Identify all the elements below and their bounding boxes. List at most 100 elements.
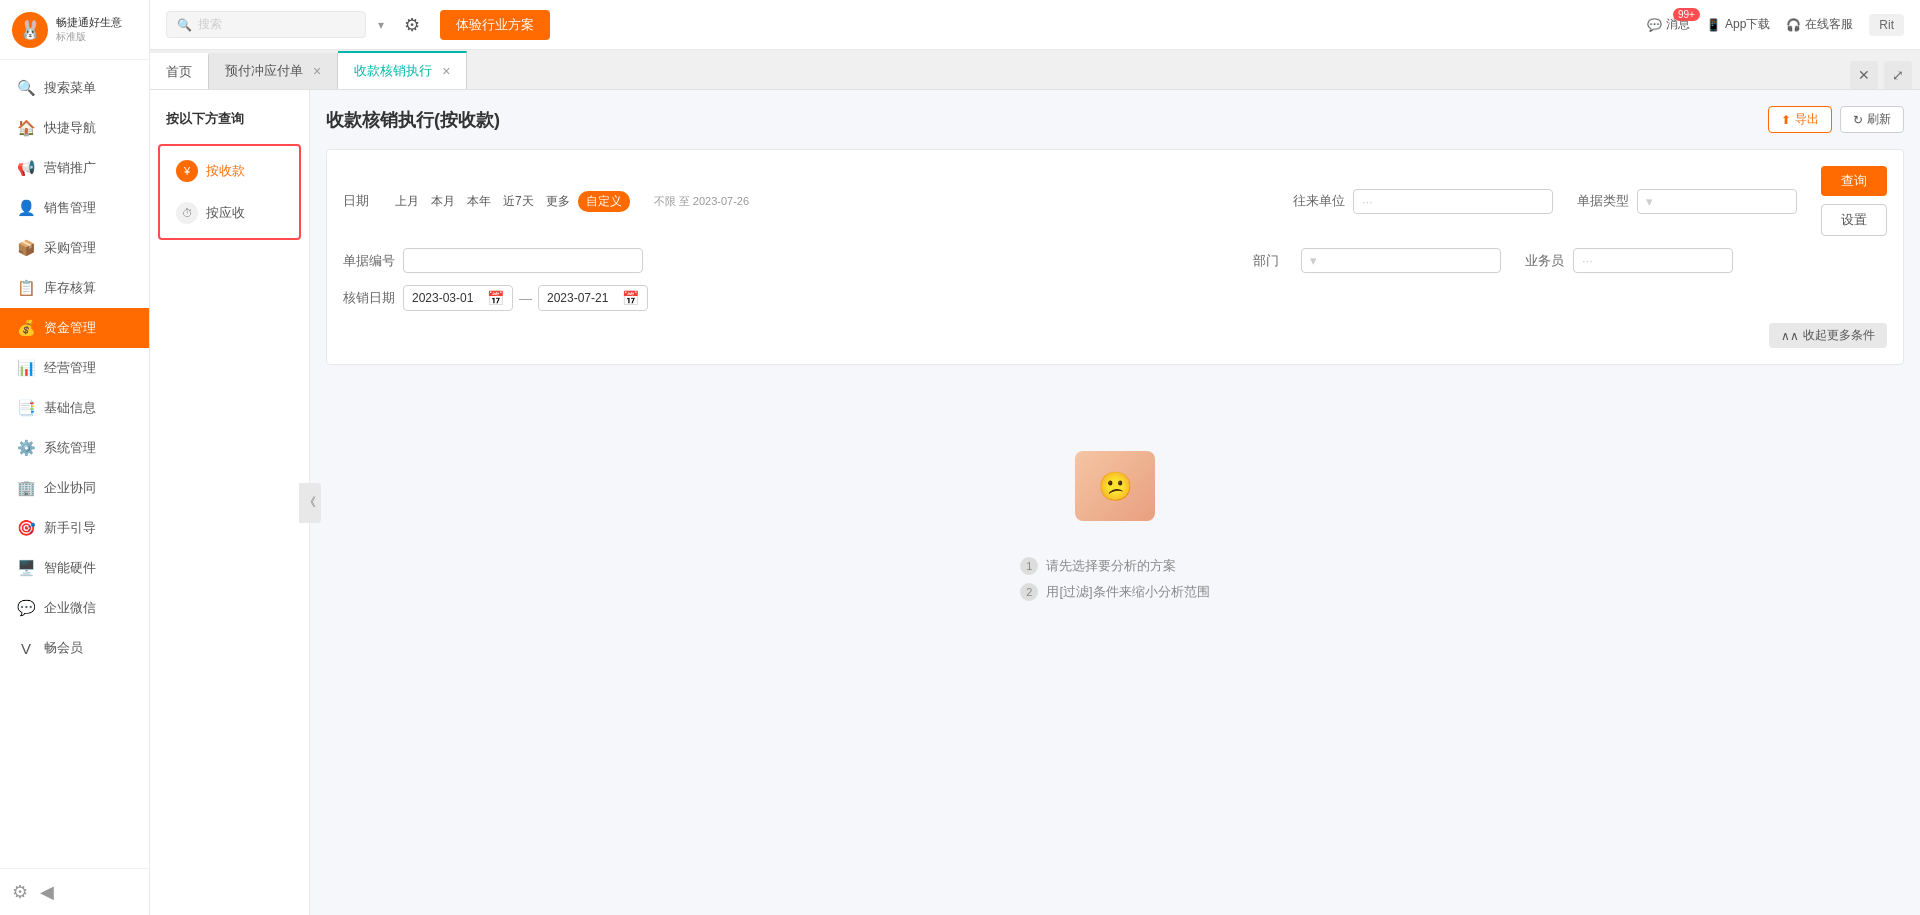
logo-text: 畅捷通好生意 标准版 [56, 15, 122, 43]
message-icon: 💬 [1647, 18, 1662, 32]
verify-date-start-input[interactable]: 2023-03-01 📅 [403, 285, 513, 311]
calendar-start-icon[interactable]: 📅 [487, 290, 504, 306]
tab-home[interactable]: 首页 [150, 53, 209, 89]
topbar-gear-icon[interactable]: ⚙ [404, 14, 420, 36]
sidebar-item-marketing[interactable]: 📢 营销推广 [0, 148, 149, 188]
topbar-search-box[interactable]: 🔍 搜索 [166, 11, 366, 38]
date-dash: — [519, 291, 532, 306]
tabs-actions: ✕ ⤢ [1842, 61, 1920, 89]
topbar-chevron-icon[interactable]: ▾ [378, 18, 384, 32]
hardware-icon: 🖥️ [16, 558, 36, 578]
refresh-icon: ↻ [1853, 113, 1863, 127]
user-profile[interactable]: Rit [1869, 14, 1904, 36]
empty-text: 1 请先选择要分析的方案 2 用[过滤]条件来缩小分析范围 [1020, 557, 1209, 609]
filter-collapse-button[interactable]: 《 [299, 483, 321, 523]
date-more[interactable]: 更多 [542, 191, 574, 212]
operation-icon: 📊 [16, 358, 36, 378]
counterpart-input[interactable]: ··· [1353, 189, 1553, 214]
by-receipt-icon: ¥ [176, 160, 198, 182]
verify-date-range: 2023-03-01 📅 — 2023-07-21 📅 [403, 285, 648, 311]
empty-step1: 1 请先选择要分析的方案 [1020, 557, 1209, 575]
filter-by-receivable[interactable]: ⏱ 按应收 [160, 192, 299, 234]
page-title-row: 收款核销执行(按收款) ⬆ 导出 ↻ 刷新 [326, 106, 1904, 133]
empty-box-icon: 😕 [1075, 451, 1155, 521]
logo-icon: 🐰 [12, 12, 48, 48]
collapse-up-icon: ∧∧ [1781, 329, 1799, 343]
app-download-button[interactable]: 📱 App下载 [1706, 16, 1770, 33]
close-tab-button[interactable]: ✕ [1850, 61, 1878, 89]
form-row-1: 日期 上月 本月 本年 近7天 更多 自定义 不限 [343, 166, 1887, 236]
verify-date-end-input[interactable]: 2023-07-21 📅 [538, 285, 648, 311]
system-icon: ⚙️ [16, 438, 36, 458]
logo-area: 🐰 畅捷通好生意 标准版 [0, 0, 149, 60]
staff-label: 业务员 [1525, 252, 1565, 270]
sidebar-item-finance[interactable]: 💰 资金管理 [0, 308, 149, 348]
close-prepay-tab-icon[interactable]: × [313, 63, 321, 79]
query-button[interactable]: 查询 [1821, 166, 1887, 196]
tab-prepay[interactable]: 预付冲应付单 × [209, 53, 338, 89]
member-icon: V [16, 638, 36, 658]
refresh-button[interactable]: ↻ 刷新 [1840, 106, 1904, 133]
calendar-end-icon[interactable]: 📅 [622, 290, 639, 306]
sidebar-item-system[interactable]: ⚙️ 系统管理 [0, 428, 149, 468]
settings-icon[interactable]: ⚙ [12, 881, 28, 903]
sidebar-item-purchase[interactable]: 📦 采购管理 [0, 228, 149, 268]
date-last-month[interactable]: 上月 [391, 191, 423, 212]
maximize-tab-button[interactable]: ⤢ [1884, 61, 1912, 89]
step2-num: 2 [1020, 583, 1038, 601]
collapse-more-button[interactable]: ∧∧ 收起更多条件 [1769, 323, 1887, 348]
close-receivable-tab-icon[interactable]: × [442, 63, 450, 79]
industry-solution-button[interactable]: 体验行业方案 [440, 10, 550, 40]
date-no-limit: 不限 至 2023-07-26 [654, 194, 749, 209]
marketing-icon: 📢 [16, 158, 36, 178]
date-7days[interactable]: 近7天 [499, 191, 538, 212]
by-receivable-icon: ⏱ [176, 202, 198, 224]
counterpart-group: 往来单位 ··· [1293, 189, 1553, 214]
sidebar-item-guide[interactable]: 🎯 新手引导 [0, 508, 149, 548]
topbar: 🔍 搜索 ▾ ⚙ 体验行业方案 💬 消息 99+ 📱 App下载 🎧 在线客服 … [150, 0, 1920, 50]
finance-icon: 💰 [16, 318, 36, 338]
service-icon: 🎧 [1786, 18, 1801, 32]
sidebar-item-sales[interactable]: 👤 销售管理 [0, 188, 149, 228]
filter-by-receipt[interactable]: ¥ 按收款 [160, 150, 299, 192]
voucher-type-input[interactable]: ▾ [1637, 189, 1797, 214]
verify-date-group: 核销日期 2023-03-01 📅 — 2023-07-21 📅 [343, 285, 648, 311]
dept-label: 部门 [1253, 252, 1293, 270]
staff-input[interactable]: ··· [1573, 248, 1733, 273]
voucher-type-group: 单据类型 ▾ [1577, 189, 1797, 214]
dept-input[interactable]: ▾ [1301, 248, 1501, 273]
filter-panel-title: 按以下方查询 [150, 102, 309, 140]
step1-num: 1 [1020, 557, 1038, 575]
app-icon: 📱 [1706, 18, 1721, 32]
sidebar-item-member[interactable]: V 畅会员 [0, 628, 149, 668]
message-button[interactable]: 💬 消息 99+ [1647, 16, 1690, 33]
sidebar-item-inventory[interactable]: 📋 库存核算 [0, 268, 149, 308]
date-this-month[interactable]: 本月 [427, 191, 459, 212]
sidebar-item-hardware[interactable]: 🖥️ 智能硬件 [0, 548, 149, 588]
date-this-year[interactable]: 本年 [463, 191, 495, 212]
search-icon: 🔍 [177, 18, 192, 32]
enterprise-icon: 🏢 [16, 478, 36, 498]
sidebar-item-enterprise[interactable]: 🏢 企业协同 [0, 468, 149, 508]
sidebar-item-quick-nav[interactable]: 🏠 快捷导航 [0, 108, 149, 148]
tab-receivable[interactable]: 收款核销执行 × [338, 51, 467, 89]
empty-image: 😕 [1055, 441, 1175, 541]
export-button[interactable]: ⬆ 导出 [1768, 106, 1832, 133]
voucher-no-input[interactable] [403, 248, 643, 273]
sidebar-item-wechat[interactable]: 💬 企业微信 [0, 588, 149, 628]
collapse-sidebar-icon[interactable]: ◀ [40, 881, 54, 903]
inventory-icon: 📋 [16, 278, 36, 298]
online-service-button[interactable]: 🎧 在线客服 [1786, 16, 1853, 33]
purchase-icon: 📦 [16, 238, 36, 258]
quick-nav-icon: 🏠 [16, 118, 36, 138]
sidebar-item-search-menu[interactable]: 🔍 搜索菜单 [0, 68, 149, 108]
setting-button[interactable]: 设置 [1821, 204, 1887, 236]
search-menu-icon: 🔍 [16, 78, 36, 98]
main-area: 🔍 搜索 ▾ ⚙ 体验行业方案 💬 消息 99+ 📱 App下载 🎧 在线客服 … [150, 0, 1920, 915]
page-actions: ⬆ 导出 ↻ 刷新 [1768, 106, 1904, 133]
sidebar-item-operation[interactable]: 📊 经营管理 [0, 348, 149, 388]
collapse-more-row: ∧∧ 收起更多条件 [343, 323, 1887, 348]
date-label: 日期 [343, 192, 383, 210]
sidebar-item-basic-info[interactable]: 📑 基础信息 [0, 388, 149, 428]
date-custom-tag[interactable]: 自定义 [578, 191, 630, 212]
